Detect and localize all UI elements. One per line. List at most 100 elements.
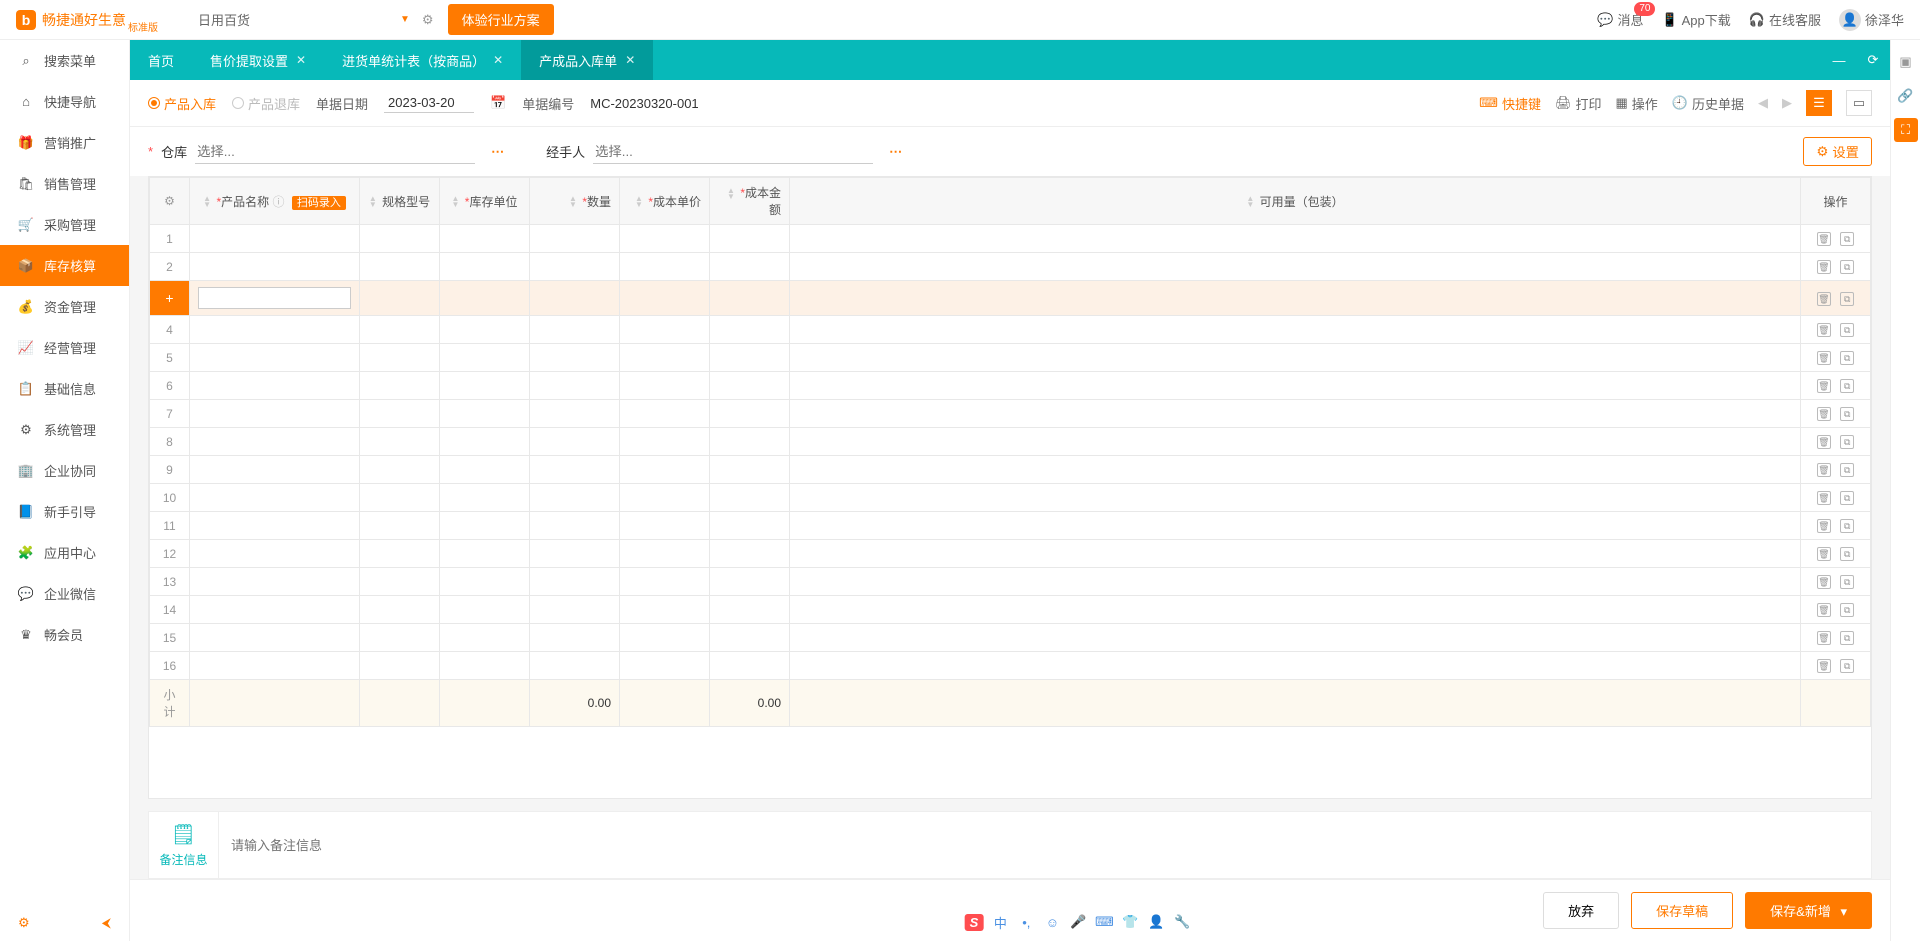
delete-row-icon[interactable]: 🗑: [1817, 260, 1831, 274]
document-tab[interactable]: 首页: [130, 40, 192, 80]
ime-user-icon[interactable]: 👤: [1147, 913, 1165, 931]
add-row-button[interactable]: +: [161, 289, 179, 307]
ime-punct-icon[interactable]: •,: [1017, 913, 1035, 931]
product-name-input[interactable]: [198, 287, 351, 309]
table-row[interactable]: 5 🗑 ⧉: [150, 344, 1871, 372]
table-row[interactable]: 7 🗑 ⧉: [150, 400, 1871, 428]
document-tab[interactable]: 售价提取设置✕: [192, 40, 324, 80]
copy-row-icon[interactable]: ⧉: [1840, 519, 1854, 533]
table-row[interactable]: 2 🗑 ⧉: [150, 253, 1871, 281]
table-row[interactable]: 13 🗑 ⧉: [150, 568, 1871, 596]
close-icon[interactable]: ✕: [296, 53, 306, 67]
sidebar-item[interactable]: ⌕搜索菜单: [0, 40, 129, 81]
sidebar-item[interactable]: ⚙系统管理: [0, 409, 129, 450]
calendar-icon[interactable]: 📅: [490, 95, 506, 111]
table-row[interactable]: 8 🗑 ⧉: [150, 428, 1871, 456]
sidebar-item[interactable]: 📋基础信息: [0, 368, 129, 409]
table-row[interactable]: + 🗑 ⧉: [150, 281, 1871, 316]
table-config-button[interactable]: ⚙: [150, 178, 190, 225]
delete-row-icon[interactable]: 🗑: [1817, 379, 1831, 393]
support-link[interactable]: 🎧 在线客服: [1749, 10, 1821, 29]
close-icon[interactable]: ✕: [625, 53, 635, 67]
rail-help-icon[interactable]: ▣: [1894, 50, 1918, 74]
sort-icon[interactable]: ▲▼: [1246, 196, 1254, 208]
table-row[interactable]: 10 🗑 ⧉: [150, 484, 1871, 512]
table-row[interactable]: 16 🗑 ⧉: [150, 652, 1871, 680]
delete-row-icon[interactable]: 🗑: [1817, 547, 1831, 561]
sort-icon[interactable]: ▲▼: [203, 196, 211, 208]
next-doc-button[interactable]: ▶: [1782, 95, 1792, 111]
delete-row-icon[interactable]: 🗑: [1817, 603, 1831, 617]
rail-link-icon[interactable]: 🔗: [1894, 84, 1918, 108]
sidebar-item[interactable]: ⌂快捷导航: [0, 81, 129, 122]
discard-button[interactable]: 放弃: [1543, 892, 1619, 929]
delete-row-icon[interactable]: 🗑: [1817, 519, 1831, 533]
rail-expand-icon[interactable]: ⛶: [1894, 118, 1918, 142]
sidebar-item[interactable]: ♛畅会员: [0, 614, 129, 655]
delete-row-icon[interactable]: 🗑: [1817, 659, 1831, 673]
copy-row-icon[interactable]: ⧉: [1840, 603, 1854, 617]
view-card-button[interactable]: ▭: [1846, 90, 1872, 116]
help-icon[interactable]: ⓘ: [272, 195, 284, 209]
sort-icon[interactable]: ▲▼: [727, 188, 735, 200]
copy-row-icon[interactable]: ⧉: [1840, 575, 1854, 589]
sidebar-item[interactable]: 💬企业微信: [0, 573, 129, 614]
ime-zh-icon[interactable]: 中: [991, 913, 1009, 931]
operate-link[interactable]: ▦ 操作: [1615, 94, 1657, 113]
messages-link[interactable]: 💬 消息 70: [1597, 10, 1643, 29]
shortcut-link[interactable]: ⌨ 快捷键: [1479, 94, 1541, 113]
delete-row-icon[interactable]: 🗑: [1817, 631, 1831, 645]
radio-product-out[interactable]: 产品退库: [232, 94, 300, 113]
sort-icon[interactable]: ▲▼: [569, 196, 577, 208]
table-row[interactable]: 6 🗑 ⧉: [150, 372, 1871, 400]
app-download-link[interactable]: 📱 App下载: [1661, 10, 1730, 29]
delete-row-icon[interactable]: 🗑: [1817, 323, 1831, 337]
table-row[interactable]: 12 🗑 ⧉: [150, 540, 1871, 568]
copy-row-icon[interactable]: ⧉: [1840, 323, 1854, 337]
table-row[interactable]: 15 🗑 ⧉: [150, 624, 1871, 652]
scan-tag[interactable]: 扫码录入: [292, 196, 346, 210]
document-tab[interactable]: 进货单统计表（按商品）✕: [324, 40, 521, 80]
delete-row-icon[interactable]: 🗑: [1817, 232, 1831, 246]
handler-select[interactable]: [593, 140, 873, 164]
ime-s-icon[interactable]: S: [965, 914, 984, 931]
copy-row-icon[interactable]: ⧉: [1840, 659, 1854, 673]
delete-row-icon[interactable]: 🗑: [1817, 292, 1831, 306]
sidebar-item[interactable]: 🛍销售管理: [0, 163, 129, 204]
table-row[interactable]: 9 🗑 ⧉: [150, 456, 1871, 484]
history-link[interactable]: 🕘 历史单据: [1672, 94, 1744, 113]
sidebar-item[interactable]: 🎁营销推广: [0, 122, 129, 163]
print-link[interactable]: 🖨 打印: [1555, 94, 1602, 113]
ime-tool-icon[interactable]: 🔧: [1173, 913, 1191, 931]
table-row[interactable]: 4 🗑 ⧉: [150, 316, 1871, 344]
delete-row-icon[interactable]: 🗑: [1817, 351, 1831, 365]
handler-more-icon[interactable]: ⋯: [889, 144, 904, 160]
table-row[interactable]: 14 🗑 ⧉: [150, 596, 1871, 624]
warehouse-select[interactable]: [195, 140, 475, 164]
date-field[interactable]: 2023-03-20: [384, 93, 474, 113]
copy-row-icon[interactable]: ⧉: [1840, 407, 1854, 421]
sidebar-item[interactable]: 🏢企业协同: [0, 450, 129, 491]
delete-row-icon[interactable]: 🗑: [1817, 491, 1831, 505]
view-list-button[interactable]: ☰: [1806, 90, 1832, 116]
sort-icon[interactable]: ▲▼: [369, 196, 377, 208]
copy-row-icon[interactable]: ⧉: [1840, 631, 1854, 645]
copy-row-icon[interactable]: ⧉: [1840, 463, 1854, 477]
sidebar-item[interactable]: 📦库存核算: [0, 245, 129, 286]
sidebar-settings-icon[interactable]: ⚙: [18, 915, 30, 931]
tab-refresh-button[interactable]: ⟳: [1856, 52, 1890, 68]
copy-row-icon[interactable]: ⧉: [1840, 547, 1854, 561]
document-tab[interactable]: 产成品入库单✕: [521, 40, 653, 80]
prev-doc-button[interactable]: ◀: [1758, 95, 1768, 111]
ime-skin-icon[interactable]: 👕: [1121, 913, 1139, 931]
delete-row-icon[interactable]: 🗑: [1817, 435, 1831, 449]
warehouse-more-icon[interactable]: ⋯: [491, 144, 506, 160]
copy-row-icon[interactable]: ⧉: [1840, 260, 1854, 274]
ime-keyboard-icon[interactable]: ⌨: [1095, 913, 1113, 931]
delete-row-icon[interactable]: 🗑: [1817, 463, 1831, 477]
sidebar-item[interactable]: 📈经营管理: [0, 327, 129, 368]
close-icon[interactable]: ✕: [493, 53, 503, 67]
copy-row-icon[interactable]: ⧉: [1840, 379, 1854, 393]
trial-button[interactable]: 体验行业方案: [448, 4, 554, 35]
copy-row-icon[interactable]: ⧉: [1840, 435, 1854, 449]
